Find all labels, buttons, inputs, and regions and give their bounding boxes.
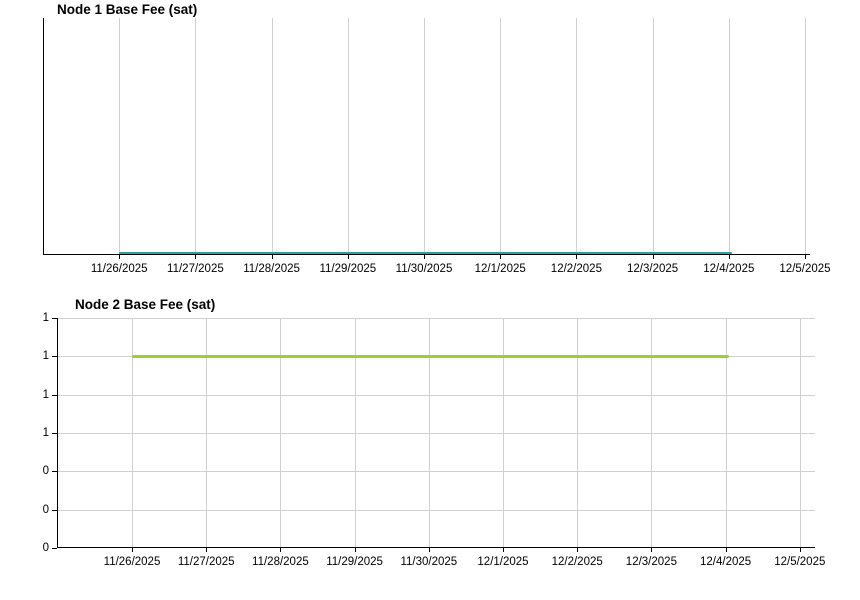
x-tick-label: 11/29/2025 bbox=[326, 556, 383, 568]
y-tick bbox=[52, 318, 57, 319]
y-tick bbox=[52, 433, 57, 434]
x-tick-label: 12/4/2025 bbox=[700, 556, 752, 568]
x-tick bbox=[424, 255, 425, 259]
x-tick-label: 12/3/2025 bbox=[625, 556, 677, 568]
x-tick bbox=[725, 548, 727, 552]
y-tick bbox=[52, 394, 57, 396]
x-tick bbox=[799, 548, 801, 552]
y-tick-label: 0 bbox=[42, 503, 49, 516]
x-tick bbox=[347, 255, 349, 259]
x-tick bbox=[503, 548, 504, 552]
base-fee-charts-canvas: Node 1 Base Fee (sat) Node 2 Base Fee (s… bbox=[0, 0, 860, 600]
x-tick-label: 11/26/2025 bbox=[90, 263, 148, 275]
x-tick-label: 11/27/2025 bbox=[167, 263, 224, 275]
y-tick bbox=[52, 548, 57, 549]
x-tick bbox=[728, 255, 730, 259]
series-line-node2-base-fee bbox=[132, 354, 729, 358]
y-tick-label: 1 bbox=[42, 427, 49, 439]
x-tick bbox=[500, 255, 502, 259]
x-tick-label: 12/4/2025 bbox=[703, 263, 755, 275]
y-tick-label: 0 bbox=[42, 465, 49, 478]
x-tick-label: 11/26/2025 bbox=[103, 556, 161, 568]
x-tick bbox=[577, 548, 579, 552]
y-tick-label: 1 bbox=[42, 350, 49, 363]
x-tick bbox=[271, 255, 273, 259]
node1-plot-area bbox=[43, 18, 810, 255]
y-tick-label: 0 bbox=[42, 542, 49, 554]
x-tick-label: 12/1/2025 bbox=[477, 556, 529, 568]
x-tick bbox=[805, 255, 806, 259]
node1-chart-title: Node 1 Base Fee (sat) bbox=[57, 2, 198, 17]
x-tick-label: 12/5/2025 bbox=[779, 263, 831, 275]
y-tick-label: 1 bbox=[42, 312, 49, 324]
x-tick bbox=[195, 255, 197, 259]
x-tick-label: 11/28/2025 bbox=[252, 556, 309, 568]
x-tick-label: 12/1/2025 bbox=[474, 263, 526, 275]
node2-plot-area bbox=[57, 318, 815, 548]
y-tick bbox=[52, 509, 57, 511]
x-tick-label: 11/29/2025 bbox=[319, 263, 377, 275]
x-tick-label: 11/28/2025 bbox=[243, 263, 300, 275]
x-tick-label: 12/3/2025 bbox=[627, 263, 679, 275]
x-tick-label: 11/30/2025 bbox=[400, 556, 458, 568]
x-tick bbox=[428, 548, 430, 552]
y-tick-label: 1 bbox=[42, 388, 49, 401]
x-tick-label: 12/2/2025 bbox=[550, 263, 602, 275]
x-tick bbox=[119, 255, 121, 259]
x-tick-label: 11/30/2025 bbox=[395, 263, 453, 275]
x-tick bbox=[280, 548, 282, 552]
x-tick bbox=[206, 548, 208, 552]
node2-chart-title: Node 2 Base Fee (sat) bbox=[75, 297, 216, 312]
y-tick bbox=[52, 356, 57, 358]
x-tick bbox=[652, 255, 654, 259]
x-tick-label: 12/5/2025 bbox=[774, 556, 826, 568]
x-tick-label: 11/27/2025 bbox=[177, 556, 235, 568]
x-tick bbox=[651, 548, 653, 552]
x-tick-label: 12/2/2025 bbox=[551, 556, 603, 568]
x-tick bbox=[576, 255, 578, 259]
x-tick bbox=[132, 548, 133, 552]
series-line-node1-base-fee bbox=[119, 252, 732, 254]
x-tick bbox=[354, 548, 356, 552]
y-tick bbox=[52, 471, 57, 473]
